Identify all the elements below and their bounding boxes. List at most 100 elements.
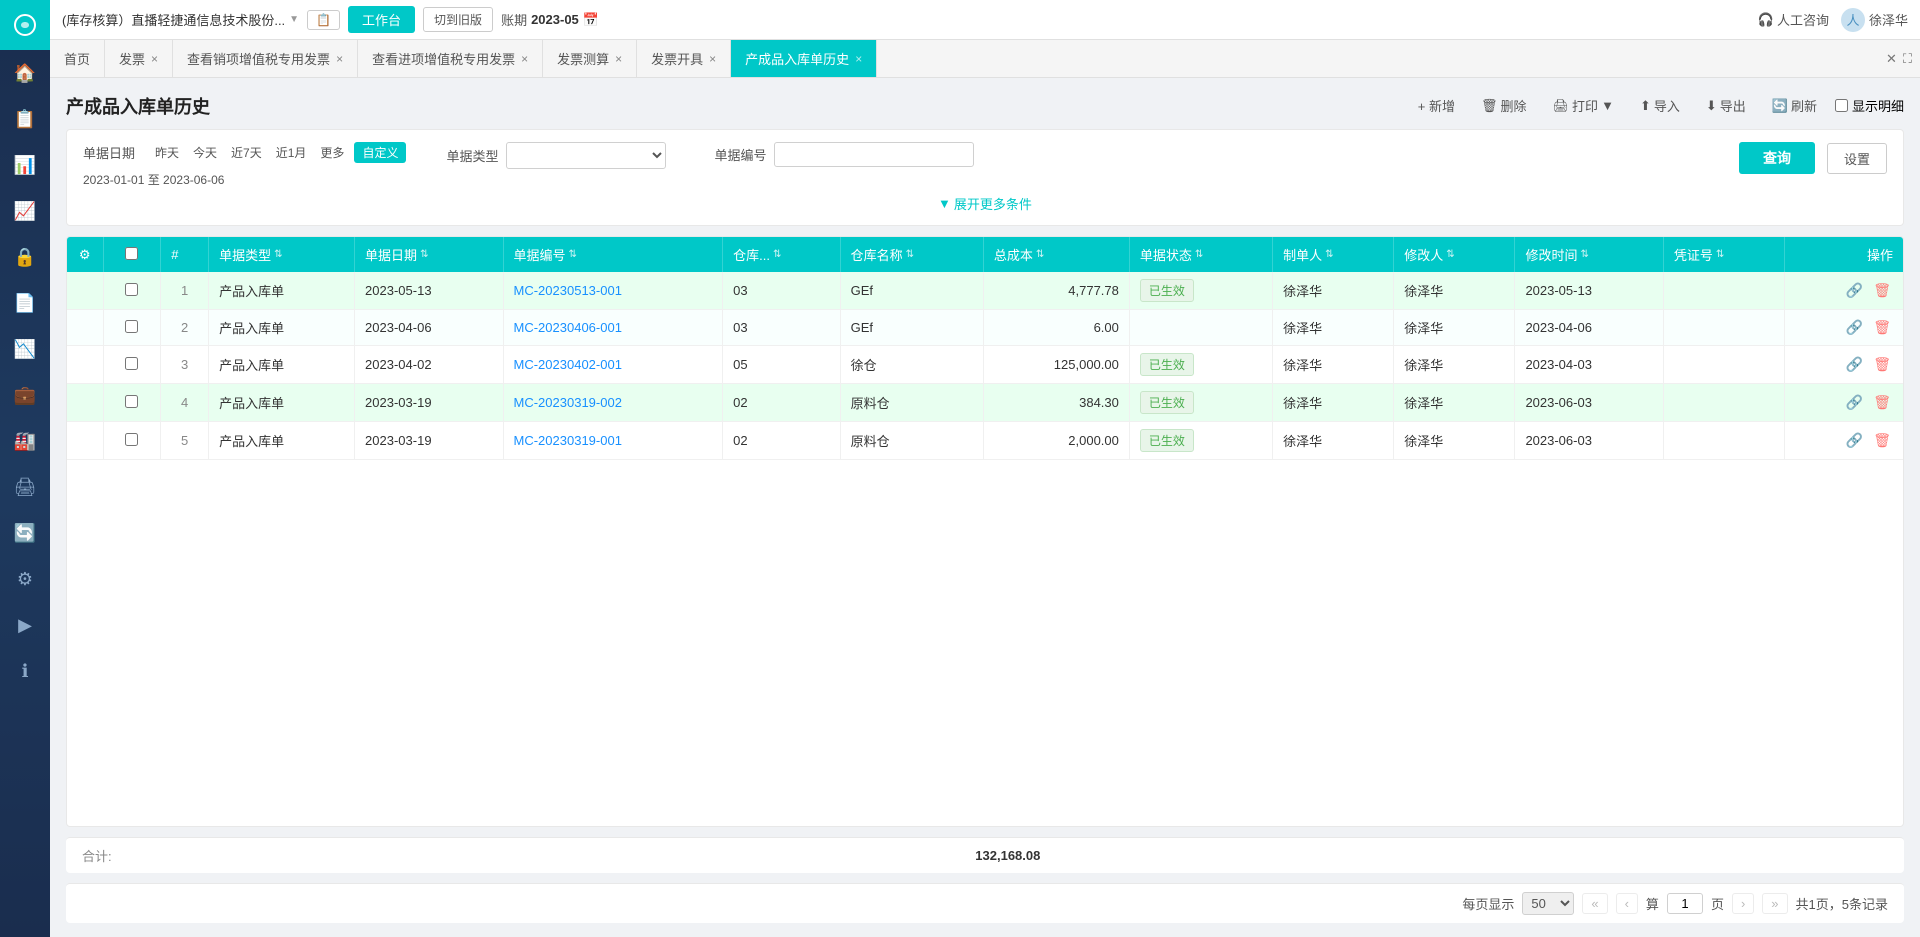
- row-edit-icon[interactable]: 🔗: [1844, 392, 1865, 413]
- tab-check-output[interactable]: 查看销项增值税专用发票×: [173, 40, 358, 78]
- tab-invoice[interactable]: 发票×: [105, 40, 173, 78]
- row-number[interactable]: MC-20230319-002: [503, 384, 723, 422]
- show-detail-checkbox-label[interactable]: 显示明细: [1835, 96, 1904, 115]
- row-checkbox-cell[interactable]: [103, 346, 161, 384]
- import-button[interactable]: ⬆ 导入: [1632, 92, 1688, 119]
- row-edit-icon[interactable]: 🔗: [1844, 354, 1865, 375]
- row-delete-icon[interactable]: 🗑: [1871, 317, 1893, 338]
- switch-version-button[interactable]: 切到旧版: [423, 7, 493, 32]
- workbench-button[interactable]: 工作台: [348, 6, 415, 33]
- tab-check-input[interactable]: 查看进项增值税专用发票×: [358, 40, 543, 78]
- row-checkbox-0[interactable]: [125, 283, 138, 296]
- settings-button[interactable]: 设置: [1827, 143, 1887, 174]
- next-page-btn[interactable]: ›: [1732, 893, 1754, 914]
- row-number[interactable]: MC-20230513-001: [503, 272, 723, 310]
- sidebar-item-home[interactable]: 🏠: [0, 50, 50, 96]
- sidebar-item-lock[interactable]: 🔒: [0, 234, 50, 280]
- last7days-btn[interactable]: 近7天: [227, 142, 266, 163]
- modifier-column-header[interactable]: 修改人⇅: [1394, 237, 1515, 272]
- row-settings[interactable]: [67, 310, 103, 346]
- tab-home[interactable]: 首页: [50, 40, 105, 78]
- sidebar-item-asset[interactable]: 💼: [0, 372, 50, 418]
- row-checkbox-4[interactable]: [125, 433, 138, 446]
- calendar-icon[interactable]: 📅: [583, 12, 599, 28]
- tab-close-invoice-calc[interactable]: ×: [615, 52, 622, 66]
- sidebar-item-setting[interactable]: ⚙: [0, 556, 50, 602]
- row-settings[interactable]: [67, 422, 103, 460]
- row-edit-icon[interactable]: 🔗: [1844, 280, 1865, 301]
- row-number[interactable]: MC-20230319-001: [503, 422, 723, 460]
- export-button[interactable]: ⬇ 导出: [1698, 92, 1754, 119]
- row-checkbox-cell[interactable]: [103, 384, 161, 422]
- row-checkbox-cell[interactable]: [103, 272, 161, 310]
- sidebar-item-sync[interactable]: 🔄: [0, 510, 50, 556]
- tab-close-invoice[interactable]: ×: [151, 52, 158, 66]
- show-detail-checkbox[interactable]: [1835, 99, 1848, 112]
- row-number-link[interactable]: MC-20230319-001: [514, 433, 622, 448]
- sidebar-item-ledger[interactable]: 📊: [0, 142, 50, 188]
- row-delete-icon[interactable]: 🗑: [1871, 354, 1893, 375]
- row-number-link[interactable]: MC-20230406-001: [514, 320, 622, 335]
- sidebar-item-report[interactable]: 📉: [0, 326, 50, 372]
- row-number[interactable]: MC-20230406-001: [503, 310, 723, 346]
- settings-column-header[interactable]: ⚙: [67, 237, 103, 272]
- user-info[interactable]: 人 徐泽华: [1841, 8, 1908, 32]
- search-button[interactable]: 查询: [1739, 142, 1815, 174]
- voucher-column-header[interactable]: 凭证号⇅: [1663, 237, 1784, 272]
- app-logo[interactable]: [0, 0, 50, 50]
- creator-column-header[interactable]: 制单人⇅: [1273, 237, 1394, 272]
- type-select[interactable]: [506, 142, 666, 169]
- new-button[interactable]: + 新增: [1410, 92, 1463, 119]
- help-label[interactable]: 🎧 人工咨询: [1758, 10, 1829, 29]
- delete-button[interactable]: 🗑 删除: [1473, 92, 1535, 119]
- row-delete-icon[interactable]: 🗑: [1871, 392, 1893, 413]
- checkbox-column-header[interactable]: [103, 237, 161, 272]
- row-checkbox-cell[interactable]: [103, 422, 161, 460]
- expand-button[interactable]: ▼ 展开更多条件: [938, 194, 1032, 213]
- page-input[interactable]: [1667, 893, 1703, 914]
- today-btn[interactable]: 今天: [189, 142, 221, 163]
- more-btn[interactable]: 更多: [316, 142, 348, 163]
- row-delete-icon[interactable]: 🗑: [1871, 280, 1893, 301]
- sidebar-item-doc[interactable]: 📄: [0, 280, 50, 326]
- tab-product-history[interactable]: 产成品入库单历史×: [731, 40, 877, 78]
- select-all-checkbox[interactable]: [125, 247, 138, 260]
- sidebar-item-journal[interactable]: 📋: [0, 96, 50, 142]
- number-column-header[interactable]: 单据编号⇅: [503, 237, 723, 272]
- row-edit-icon[interactable]: 🔗: [1844, 317, 1865, 338]
- number-input[interactable]: [774, 142, 974, 167]
- tab-close-check-output[interactable]: ×: [336, 52, 343, 66]
- row-settings[interactable]: [67, 272, 103, 310]
- first-page-btn[interactable]: «: [1582, 893, 1607, 914]
- sidebar-item-analysis[interactable]: 📈: [0, 188, 50, 234]
- custom-btn[interactable]: 自定义: [354, 142, 406, 163]
- warehouse-code-column-header[interactable]: 仓库...⇅: [723, 237, 840, 272]
- sidebar-item-warehouse[interactable]: 🏭: [0, 418, 50, 464]
- row-settings[interactable]: [67, 384, 103, 422]
- refresh-button[interactable]: 🔄 刷新: [1764, 92, 1825, 119]
- type-column-header[interactable]: 单据类型⇅: [209, 237, 355, 272]
- row-number-link[interactable]: MC-20230402-001: [514, 357, 622, 372]
- per-page-select[interactable]: 50 100 200: [1522, 892, 1574, 915]
- tab-close-check-input[interactable]: ×: [521, 52, 528, 66]
- cost-column-header[interactable]: 总成本⇅: [983, 237, 1129, 272]
- row-checkbox-3[interactable]: [125, 395, 138, 408]
- row-number-link[interactable]: MC-20230319-002: [514, 395, 622, 410]
- row-checkbox-2[interactable]: [125, 357, 138, 370]
- close-tab-icon[interactable]: ✕: [1886, 51, 1897, 67]
- last1month-btn[interactable]: 近1月: [272, 142, 311, 163]
- row-number-link[interactable]: MC-20230513-001: [514, 283, 622, 298]
- row-checkbox-cell[interactable]: [103, 310, 161, 346]
- tab-invoice-calc[interactable]: 发票测算×: [543, 40, 637, 78]
- tab-close-product-history[interactable]: ×: [855, 52, 862, 66]
- tab-invoice-open[interactable]: 发票开具×: [637, 40, 731, 78]
- maximize-icon[interactable]: ⛶: [1903, 51, 1912, 67]
- sidebar-item-version[interactable]: ℹ: [0, 648, 50, 694]
- last-page-btn[interactable]: »: [1762, 893, 1787, 914]
- row-checkbox-1[interactable]: [125, 320, 138, 333]
- yesterday-btn[interactable]: 昨天: [151, 142, 183, 163]
- status-column-header[interactable]: 单据状态⇅: [1129, 237, 1272, 272]
- print-button[interactable]: 🖨 打印 ▼: [1545, 92, 1622, 119]
- sidebar-item-stamp[interactable]: 🖨: [0, 464, 50, 510]
- modify-time-column-header[interactable]: 修改时间⇅: [1515, 237, 1663, 272]
